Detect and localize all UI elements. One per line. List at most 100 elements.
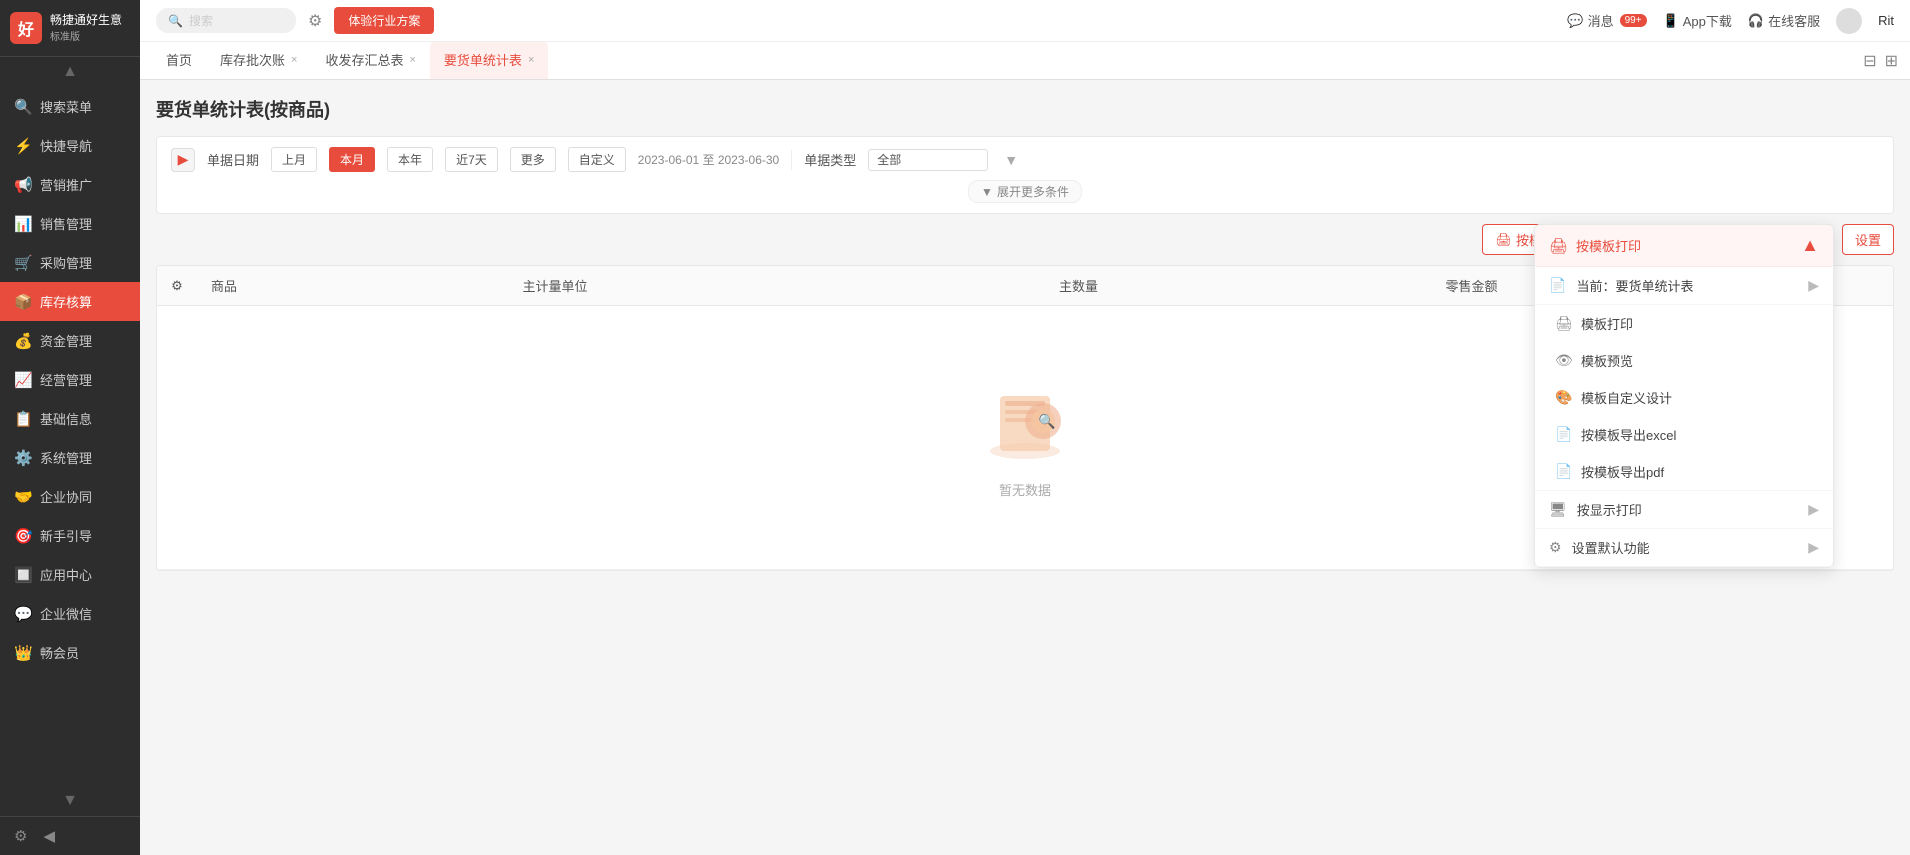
expand-filter-icon: ▼ [981,185,993,199]
dropdown-header[interactable]: 🖨 按模板打印 ▲ [1535,225,1833,267]
dropdown-current-template[interactable]: 📄 当前：要货单统计表 ▶ [1535,267,1833,304]
date-btn-prev-month[interactable]: 上月 [271,147,317,172]
sidebar-item-inventory-label: 库存核算 [40,292,92,311]
template-print-label: 模板打印 [1581,314,1633,333]
dropdown-item-export-excel[interactable]: 📄 按模板导出excel [1535,416,1833,453]
filter-divider [791,150,792,170]
sidebar-item-marketing-label: 营销推广 [40,175,92,194]
settings-bottom-icon[interactable]: ⚙ [14,827,27,845]
app-download-btn[interactable]: 📱 App下载 [1663,11,1732,30]
operation-icon: 📈 [14,371,32,389]
tab-order-stats[interactable]: 要货单统计表 × [430,42,548,79]
basic-icon: 📋 [14,410,32,428]
dropdown-item-design[interactable]: 🎨 模板自定义设计 [1535,379,1833,416]
filter-collapse-btn[interactable]: ▶ [171,148,195,172]
type-filter-select[interactable]: 全部 要货单 [868,149,988,171]
sidebar-item-finance[interactable]: 💰 资金管理 [0,321,140,360]
date-btn-custom[interactable]: 自定义 [568,147,626,172]
tab-order-stats-close[interactable]: × [528,54,534,66]
sidebar-item-wechat[interactable]: 💬 企业微信 [0,594,140,633]
topbar-gear-icon[interactable]: ⚙ [308,11,322,31]
template-preview-label: 模板预览 [1581,351,1633,370]
dropdown-item-print[interactable]: 🖨 模板打印 [1535,305,1833,342]
window-maximize-icon[interactable]: ⊞ [1885,51,1898,71]
collab-icon: 🤝 [14,488,32,506]
sidebar-item-operation[interactable]: 📈 经营管理 [0,360,140,399]
dropdown-default-section: ⚙ 设置默认功能 ▶ [1535,529,1833,567]
date-btn-7days[interactable]: 近7天 [445,147,498,172]
settings-action-btn[interactable]: 设置 [1842,224,1894,255]
action-bar: 🖨 按模板打印 ▲ ⬆ 导出 🔄 刷新 查询 设置 🖨 按模板打印 [156,224,1894,255]
dropdown-current-section: 📄 当前：要货单统计表 ▶ [1535,267,1833,305]
sidebar-item-search[interactable]: 🔍 搜索菜单 [0,87,140,126]
dropdown-current-left: 📄 当前：要货单统计表 [1549,276,1693,295]
set-default-left: ⚙ 设置默认功能 [1549,538,1650,557]
dropdown-header-left: 🖨 按模板打印 [1549,236,1641,255]
template-design-label: 模板自定义设计 [1581,388,1672,407]
sidebar-item-system[interactable]: ⚙️ 系统管理 [0,438,140,477]
sidebar-item-sales[interactable]: 📊 销售管理 [0,204,140,243]
sidebar-item-member[interactable]: 👑 畅会员 [0,633,140,672]
expand-filter-btn[interactable]: ▼ 展开更多条件 [968,180,1082,203]
topbar-search[interactable]: 🔍 搜索 [156,8,296,33]
apps-icon: 🔲 [14,566,32,584]
tab-home[interactable]: 首页 [152,42,206,79]
tab-batch[interactable]: 库存批次账 × [206,42,311,79]
wechat-icon: 💬 [14,605,32,623]
page-title: 要货单统计表(按商品) [156,96,1894,122]
sidebar-item-sales-label: 销售管理 [40,214,92,233]
col-product: 商品 [197,266,509,306]
sidebar-item-shortcut[interactable]: ⚡ 快捷导航 [0,126,140,165]
collapse-sidebar-icon[interactable]: ◀ [43,827,55,845]
logo-icon: 好 [10,12,42,44]
sidebar-item-guide-label: 新手引导 [40,526,92,545]
message-label: 消息 [1588,11,1614,30]
type-select-arrow[interactable]: ▼ [1004,152,1018,168]
tab-collection[interactable]: 收发存汇总表 × [311,42,429,79]
tab-order-stats-label: 要货单统计表 [444,50,522,69]
sidebar-nav: 🔍 搜索菜单 ⚡ 快捷导航 📢 营销推广 📊 销售管理 🛒 采购管理 📦 库存核… [0,87,140,786]
sidebar-item-search-label: 搜索菜单 [40,97,92,116]
dropdown-item-export-pdf[interactable]: 📄 按模板导出pdf [1535,453,1833,490]
sidebar-item-wechat-label: 企业微信 [40,604,92,623]
date-btn-this-year[interactable]: 本年 [387,147,433,172]
sidebar-item-purchase[interactable]: 🛒 采购管理 [0,243,140,282]
sidebar-item-shortcut-label: 快捷导航 [40,136,92,155]
dropdown-display-print[interactable]: 🖥 按显示打印 ▶ [1535,491,1833,528]
template-design-icon: 🎨 [1555,389,1571,406]
dropdown-set-default[interactable]: ⚙ 设置默认功能 ▶ [1535,529,1833,566]
tab-batch-close[interactable]: × [291,54,297,66]
sidebar-item-apps[interactable]: 🔲 应用中心 [0,555,140,594]
dropdown-actions-section: 🖨 模板打印 👁 模板预览 🎨 模板自定义设计 📄 按模板导出excel [1535,305,1833,491]
trial-btn[interactable]: 体验行业方案 [334,7,434,34]
dropdown-item-preview[interactable]: 👁 模板预览 [1535,342,1833,379]
sidebar-item-collab[interactable]: 🤝 企业协同 [0,477,140,516]
sidebar-item-guide[interactable]: 🎯 新手引导 [0,516,140,555]
date-range-display: 2023-06-01 至 2023-06-30 [638,151,779,168]
empty-text: 暂无数据 [999,480,1051,499]
sidebar-item-basic[interactable]: 📋 基础信息 [0,399,140,438]
purchase-icon: 🛒 [14,254,32,272]
date-btn-this-month[interactable]: 本月 [329,147,375,172]
app-download-label: App下载 [1683,11,1732,30]
user-avatar[interactable] [1836,8,1862,34]
print-dropdown-menu: 🖨 按模板打印 ▲ 📄 当前：要货单统计表 ▶ [1534,224,1834,568]
dropdown-collapse-icon[interactable]: ▲ [1801,235,1819,256]
window-minimize-icon[interactable]: ⊟ [1863,51,1876,71]
col-settings[interactable]: ⚙ [157,266,197,306]
date-btn-more[interactable]: 更多 [510,147,556,172]
export-excel-icon: 📄 [1555,426,1571,443]
main-area: 🔍 搜索 ⚙ 体验行业方案 💬 消息 99+ 📱 App下载 🎧 在线客服 Ri… [140,0,1910,855]
message-btn[interactable]: 💬 消息 99+ [1567,11,1646,30]
sidebar-item-system-label: 系统管理 [40,448,92,467]
sidebar-item-marketing[interactable]: 📢 营销推广 [0,165,140,204]
scroll-up-btn[interactable]: ▲ [0,57,140,87]
col-quantity: 主数量 [1045,266,1432,306]
date-filter-label: 单据日期 [207,150,259,169]
sidebar-item-member-label: 畅会员 [40,643,79,662]
online-service-btn[interactable]: 🎧 在线客服 [1748,11,1820,30]
sidebar-item-inventory[interactable]: 📦 库存核算 [0,282,140,321]
tab-collection-close[interactable]: × [409,54,415,66]
app-download-icon: 📱 [1663,13,1679,29]
scroll-down-btn[interactable]: ▼ [0,786,140,816]
